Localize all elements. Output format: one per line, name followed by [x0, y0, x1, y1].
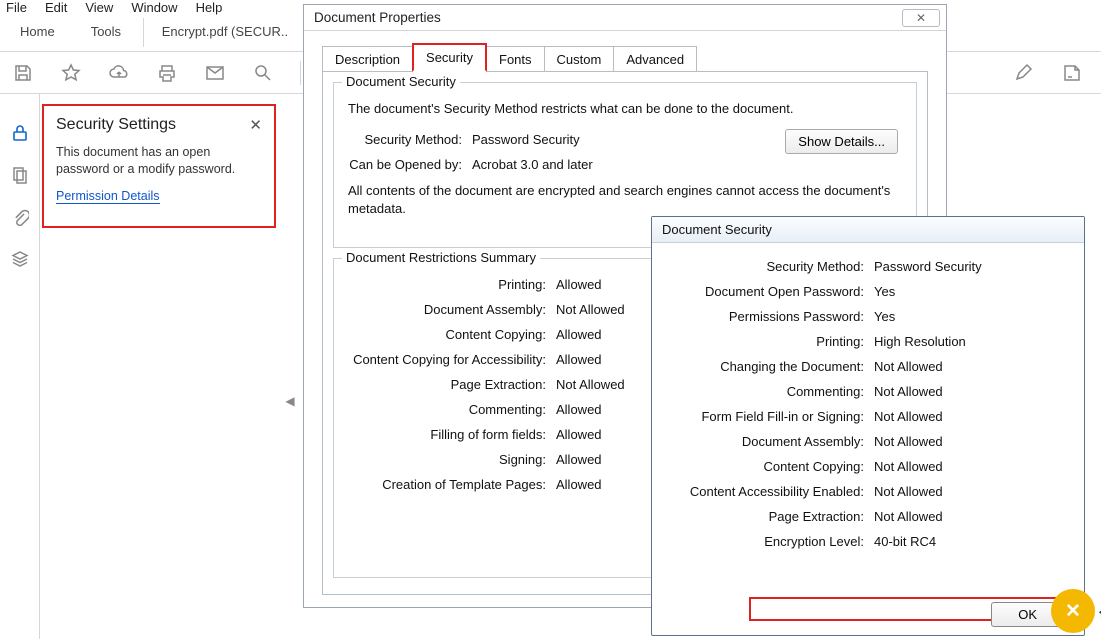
restriction-value: Allowed [556, 327, 602, 342]
group-label: Document Security [342, 74, 460, 89]
encryption-note: All contents of the document are encrypt… [348, 182, 902, 217]
print-icon[interactable] [156, 62, 178, 84]
attachment-icon[interactable] [9, 206, 31, 228]
restriction-value: Allowed [556, 402, 602, 417]
toolbar-separator [300, 61, 301, 85]
ds-encryption-label: Encryption Level: [670, 534, 874, 549]
ds-label: Document Open Password: [670, 284, 874, 299]
ds-label: Commenting: [670, 384, 874, 399]
ds-label: Printing: [670, 334, 874, 349]
tab-fonts[interactable]: Fonts [486, 46, 545, 72]
ds-value: Not Allowed [874, 484, 1034, 499]
dialog-titlebar: Document Properties ✕ [304, 5, 946, 31]
restriction-value: Not Allowed [556, 377, 625, 392]
ds-label: Security Method: [670, 259, 874, 274]
ds-value: High Resolution [874, 334, 1034, 349]
security-method-label: Security Method: [348, 132, 472, 147]
docsec-description: The document's Security Method restricts… [348, 101, 902, 116]
star-icon[interactable] [60, 62, 82, 84]
edit-tool-icon[interactable] [1013, 62, 1035, 84]
permission-details-link[interactable]: Permission Details [56, 189, 160, 204]
ds-label: Page Extraction: [670, 509, 874, 524]
restriction-label: Signing: [348, 452, 556, 467]
docsec-title: Document Security [662, 222, 772, 237]
ds-value: Not Allowed [874, 409, 1034, 424]
ds-value: Yes [874, 309, 1034, 324]
zoom-icon[interactable] [252, 62, 274, 84]
restriction-label: Content Copying: [348, 327, 556, 342]
restriction-label: Content Copying for Accessibility: [348, 352, 556, 367]
mail-icon[interactable] [204, 62, 226, 84]
restriction-label: Filling of form fields: [348, 427, 556, 442]
docsec-titlebar: Document Security [652, 217, 1084, 243]
file-tab[interactable]: Encrypt.pdf (SECUR.. [144, 14, 306, 51]
stamp-tool-icon[interactable] [1061, 62, 1083, 84]
tab-custom[interactable]: Custom [544, 46, 615, 72]
collapse-handle[interactable]: ◀ [284, 390, 296, 412]
restrictions-label: Document Restrictions Summary [342, 250, 540, 265]
tab-home[interactable]: Home [2, 14, 73, 51]
menu-window[interactable]: Window [131, 0, 177, 15]
ds-encryption-value: 40-bit RC4 [874, 534, 1034, 549]
ds-label: Form Field Fill-in or Signing: [670, 409, 874, 424]
save-icon[interactable] [12, 62, 34, 84]
restriction-label: Page Extraction: [348, 377, 556, 392]
lock-icon[interactable] [9, 122, 31, 144]
ds-label: Permissions Password: [670, 309, 874, 324]
opened-by-label: Can be Opened by: [348, 157, 472, 172]
restriction-value: Allowed [556, 427, 602, 442]
restriction-label: Creation of Template Pages: [348, 477, 556, 492]
ds-value: Not Allowed [874, 359, 1034, 374]
security-panel-title: Security Settings [56, 116, 176, 134]
left-sidebar [0, 94, 40, 639]
opened-by-value: Acrobat 3.0 and later [472, 157, 593, 172]
restriction-value: Allowed [556, 352, 602, 367]
ds-value: Not Allowed [874, 434, 1034, 449]
menu-edit[interactable]: Edit [45, 0, 67, 15]
right-toolbar [995, 52, 1101, 94]
tab-tools[interactable]: Tools [73, 14, 143, 51]
ds-label: Document Assembly: [670, 434, 874, 449]
restriction-value: Not Allowed [556, 302, 625, 317]
security-settings-panel: Security Settings ✕ This document has an… [42, 104, 276, 228]
tab-security[interactable]: Security [412, 43, 487, 72]
ds-value: Not Allowed [874, 459, 1034, 474]
restriction-label: Printing: [348, 277, 556, 292]
ds-label: Changing the Document: [670, 359, 874, 374]
cloud-upload-icon[interactable] [108, 62, 130, 84]
dialog-title: Document Properties [314, 10, 441, 25]
ds-value: Password Security [874, 259, 1034, 274]
dialog-tabs: Description Security Fonts Custom Advanc… [304, 31, 946, 71]
show-details-button[interactable]: Show Details... [785, 129, 898, 154]
ds-label: Content Copying: [670, 459, 874, 474]
ds-value: Not Allowed [874, 509, 1034, 524]
layers-icon[interactable] [9, 248, 31, 270]
restriction-value: Allowed [556, 477, 602, 492]
restriction-value: Allowed [556, 452, 602, 467]
watermark: ✕ 创新互联 [1051, 589, 1095, 633]
ds-value: Yes [874, 284, 1034, 299]
ds-value: Not Allowed [874, 384, 1034, 399]
restriction-label: Commenting: [348, 402, 556, 417]
pages-icon[interactable] [9, 164, 31, 186]
tab-advanced[interactable]: Advanced [613, 46, 697, 72]
menu-view[interactable]: View [85, 0, 113, 15]
tab-description[interactable]: Description [322, 46, 413, 72]
ds-label: Content Accessibility Enabled: [670, 484, 874, 499]
dialog-close-button[interactable]: ✕ [902, 9, 940, 27]
security-method-value: Password Security [472, 132, 580, 147]
document-security-dialog: Document Security Security Method:Passwo… [651, 216, 1085, 636]
security-panel-body: This document has an open password or a … [56, 144, 262, 178]
close-icon[interactable]: ✕ [249, 116, 262, 134]
menu-help[interactable]: Help [196, 0, 223, 15]
restriction-label: Document Assembly: [348, 302, 556, 317]
watermark-icon: ✕ [1051, 589, 1095, 633]
menu-file[interactable]: File [6, 0, 27, 15]
restriction-value: Allowed [556, 277, 602, 292]
